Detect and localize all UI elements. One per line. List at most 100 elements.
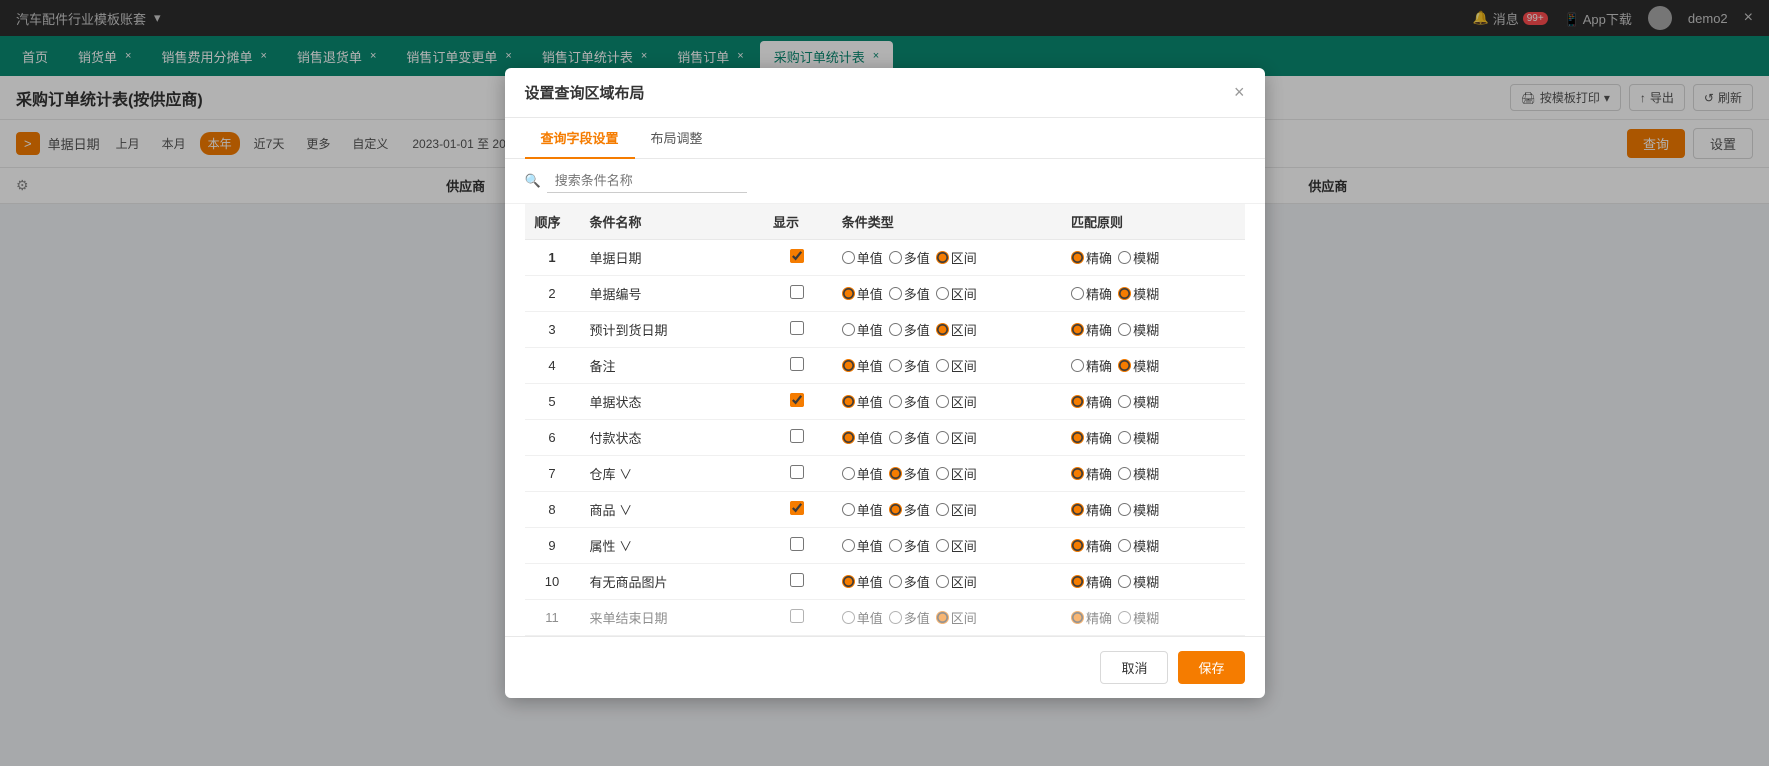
row-type: 单值 多值 区间 bbox=[832, 528, 1061, 564]
save-button[interactable]: 保存 bbox=[1178, 651, 1244, 684]
display-checkbox[interactable] bbox=[790, 573, 804, 587]
th-condition-name: 条件名称 bbox=[580, 204, 763, 240]
display-checkbox[interactable] bbox=[790, 537, 804, 551]
row-order: 8 bbox=[525, 492, 580, 528]
modal-title: 设置查询区域布局 bbox=[525, 82, 645, 103]
th-display: 显示 bbox=[763, 204, 832, 240]
row-order: 2 bbox=[525, 276, 580, 312]
row-order: 5 bbox=[525, 384, 580, 420]
row-type: 单值 多值 区间 bbox=[832, 492, 1061, 528]
modal-footer: 取消 保存 bbox=[505, 636, 1265, 698]
row-name: 单据日期 bbox=[580, 240, 763, 276]
row-order: 10 bbox=[525, 564, 580, 600]
display-checkbox[interactable] bbox=[790, 609, 804, 623]
row-order: 3 bbox=[525, 312, 580, 348]
row-name: 有无商品图片 bbox=[580, 564, 763, 600]
conditions-table: 顺序 条件名称 显示 条件类型 匹配原则 1 单据日期 bbox=[525, 204, 1245, 636]
table-row: 6 付款状态 单值 多值 区间 bbox=[525, 420, 1245, 456]
tab-query-fields-label: 查询字段设置 bbox=[541, 131, 619, 146]
row-name: 商品 ∨ bbox=[580, 492, 763, 528]
row-name: 单据状态 bbox=[580, 384, 763, 420]
row-display bbox=[763, 492, 832, 528]
row-display bbox=[763, 456, 832, 492]
display-checkbox[interactable] bbox=[790, 357, 804, 371]
display-checkbox[interactable] bbox=[790, 429, 804, 443]
modal-header: 设置查询区域布局 × bbox=[505, 68, 1265, 118]
row-display bbox=[763, 420, 832, 456]
row-type: 单值 多值 区间 bbox=[832, 600, 1061, 636]
table-row: 10 有无商品图片 单值 多值 区间 bbox=[525, 564, 1245, 600]
th-type: 条件类型 bbox=[832, 204, 1061, 240]
row-display bbox=[763, 276, 832, 312]
table-row: 5 单据状态 单值 多值 区间 bbox=[525, 384, 1245, 420]
row-match: 精确 模糊 bbox=[1061, 492, 1244, 528]
table-row: 2 单据编号 单值 多值 区间 bbox=[525, 276, 1245, 312]
row-order: 6 bbox=[525, 420, 580, 456]
row-type: 单值 多值 区间 bbox=[832, 240, 1061, 276]
row-order: 11 bbox=[525, 600, 580, 636]
display-checkbox[interactable] bbox=[790, 321, 804, 335]
row-display bbox=[763, 564, 832, 600]
row-type: 单值 多值 区间 bbox=[832, 564, 1061, 600]
row-match: 精确 模糊 bbox=[1061, 564, 1244, 600]
display-checkbox[interactable] bbox=[790, 249, 804, 263]
row-type: 单值 多值 区间 bbox=[832, 384, 1061, 420]
row-match: 精确 模糊 bbox=[1061, 384, 1244, 420]
display-checkbox[interactable] bbox=[790, 465, 804, 479]
cancel-button[interactable]: 取消 bbox=[1100, 651, 1168, 684]
row-type: 单值 多值 区间 bbox=[832, 348, 1061, 384]
row-display bbox=[763, 312, 832, 348]
row-order: 4 bbox=[525, 348, 580, 384]
search-input[interactable] bbox=[547, 169, 747, 193]
modal-close-button[interactable]: × bbox=[1234, 82, 1245, 103]
row-display bbox=[763, 528, 832, 564]
row-match: 精确 模糊 bbox=[1061, 420, 1244, 456]
row-name: 备注 bbox=[580, 348, 763, 384]
row-name: 付款状态 bbox=[580, 420, 763, 456]
row-display bbox=[763, 384, 832, 420]
row-match: 精确 模糊 bbox=[1061, 348, 1244, 384]
row-type: 单值 多值 区间 bbox=[832, 456, 1061, 492]
display-checkbox[interactable] bbox=[790, 501, 804, 515]
row-display bbox=[763, 348, 832, 384]
table-row: 1 单据日期 单值 多值 区间 bbox=[525, 240, 1245, 276]
modal-table-wrapper: 顺序 条件名称 显示 条件类型 匹配原则 1 单据日期 bbox=[505, 204, 1265, 636]
row-type: 单值 多值 区间 bbox=[832, 312, 1061, 348]
th-match: 匹配原则 bbox=[1061, 204, 1244, 240]
row-name: 单据编号 bbox=[580, 276, 763, 312]
table-row: 7 仓库 ∨ 单值 多值 区间 bbox=[525, 456, 1245, 492]
row-name: 属性 ∨ bbox=[580, 528, 763, 564]
row-match: 精确 模糊 bbox=[1061, 276, 1244, 312]
row-display bbox=[763, 600, 832, 636]
row-match: 精确 模糊 bbox=[1061, 312, 1244, 348]
modal-dialog: 设置查询区域布局 × 查询字段设置 布局调整 🔍 顺序 条件名称 bbox=[505, 68, 1265, 698]
row-match: 精确 模糊 bbox=[1061, 456, 1244, 492]
modal-overlay: 设置查询区域布局 × 查询字段设置 布局调整 🔍 顺序 条件名称 bbox=[0, 0, 1769, 766]
modal-search-bar: 🔍 bbox=[505, 159, 1265, 204]
display-checkbox[interactable] bbox=[790, 285, 804, 299]
table-row: 11 来单结束日期 单值 多值 区间 bbox=[525, 600, 1245, 636]
table-row: 4 备注 单值 多值 区间 bbox=[525, 348, 1245, 384]
modal-tabs: 查询字段设置 布局调整 bbox=[505, 118, 1265, 159]
row-name: 预计到货日期 bbox=[580, 312, 763, 348]
display-checkbox[interactable] bbox=[790, 393, 804, 407]
th-order: 顺序 bbox=[525, 204, 580, 240]
tab-layout-adjust[interactable]: 布局调整 bbox=[635, 118, 719, 159]
row-match: 精确 模糊 bbox=[1061, 600, 1244, 636]
search-icon: 🔍 bbox=[525, 173, 541, 189]
row-display bbox=[763, 240, 832, 276]
row-order: 9 bbox=[525, 528, 580, 564]
row-match: 精确 模糊 bbox=[1061, 528, 1244, 564]
row-type: 单值 多值 区间 bbox=[832, 420, 1061, 456]
row-order: 7 bbox=[525, 456, 580, 492]
row-match: 精确 模糊 bbox=[1061, 240, 1244, 276]
row-name: 仓库 ∨ bbox=[580, 456, 763, 492]
table-row: 3 预计到货日期 单值 多值 区间 bbox=[525, 312, 1245, 348]
table-row: 8 商品 ∨ 单值 多值 区间 bbox=[525, 492, 1245, 528]
table-row: 9 属性 ∨ 单值 多值 区间 bbox=[525, 528, 1245, 564]
row-type: 单值 多值 区间 bbox=[832, 276, 1061, 312]
row-order: 1 bbox=[525, 240, 580, 276]
tab-layout-adjust-label: 布局调整 bbox=[651, 131, 703, 146]
row-name: 来单结束日期 bbox=[580, 600, 763, 636]
tab-query-fields[interactable]: 查询字段设置 bbox=[525, 118, 635, 159]
